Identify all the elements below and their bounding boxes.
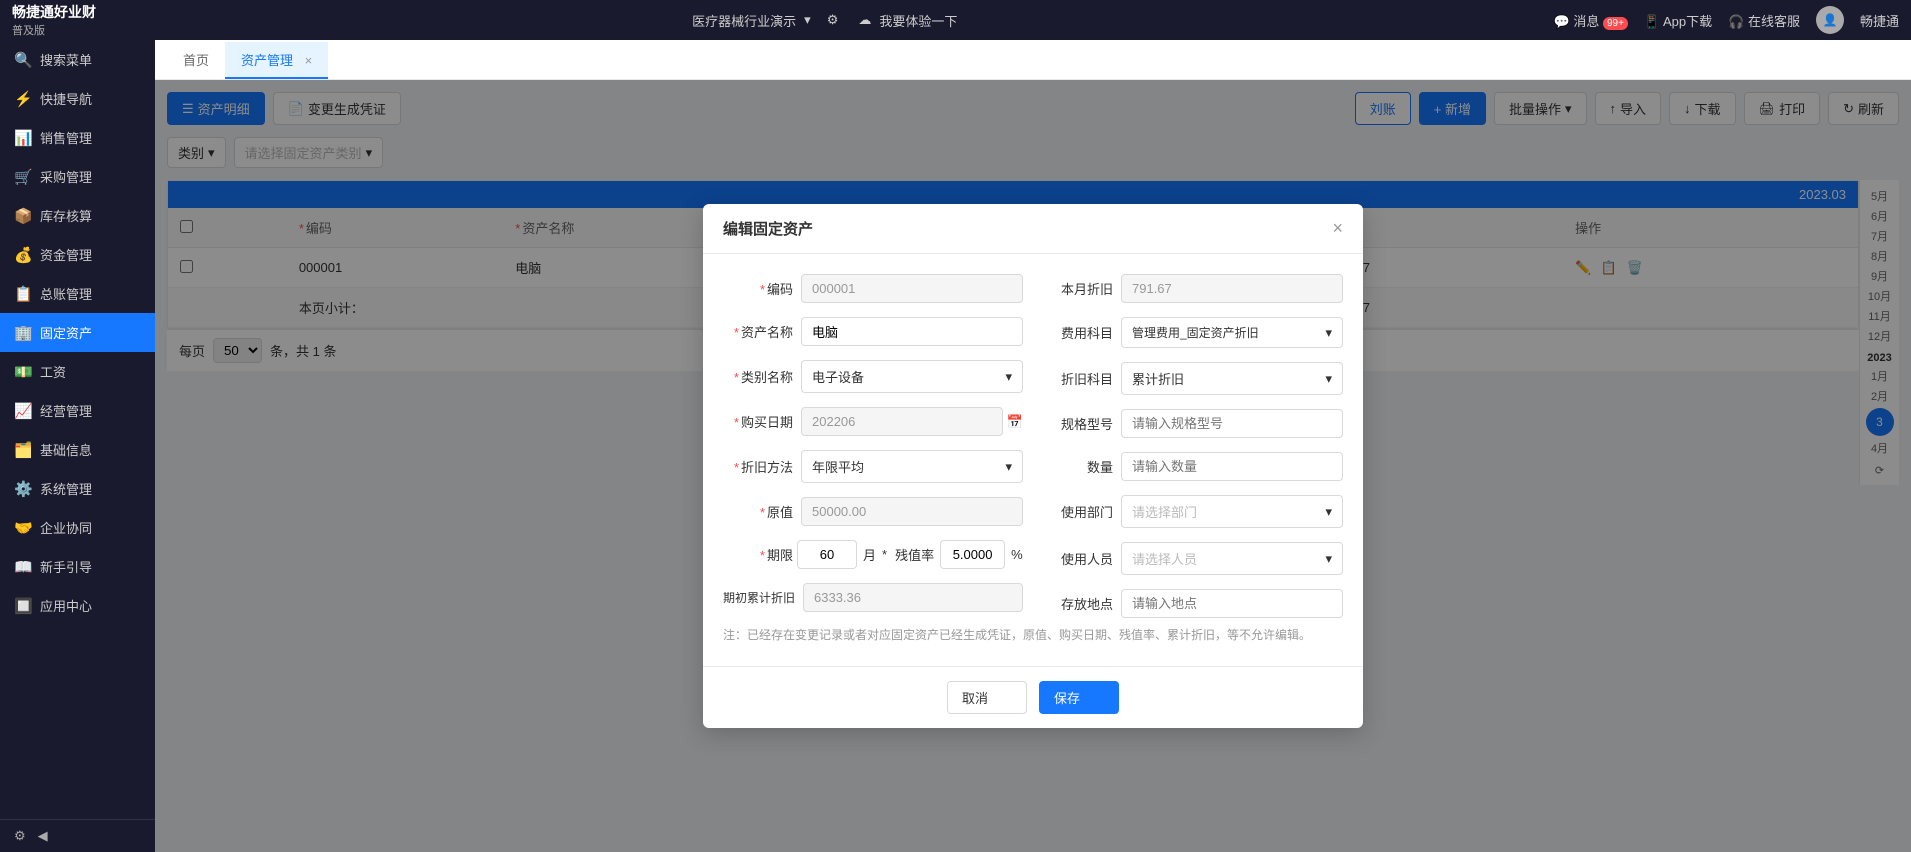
sidebar-item-guide[interactable]: 📖 新手引导 [0, 547, 155, 586]
message-btn[interactable]: 💬 消息 99+ [1554, 11, 1628, 30]
person-select[interactable]: 请选择人员 ▾ [1121, 542, 1343, 575]
sidebar-item-base[interactable]: 🗂️ 基础信息 [0, 430, 155, 469]
name-input[interactable] [801, 317, 1023, 346]
dep-subject-select[interactable]: 累计折旧 ▾ [1121, 362, 1343, 395]
modal-note: 注：已经存在变更记录或者对应固定资产已经生成凭证，原值、购买日期、残值率、累计折… [723, 626, 1343, 645]
username: 畅捷通 [1860, 11, 1899, 30]
quantity-input[interactable] [1121, 452, 1343, 481]
dep-method-select[interactable]: 年限平均 ▾ [801, 450, 1023, 483]
quantity-label: 数量 [1043, 457, 1113, 476]
purchase-date-label: 购买日期 [741, 415, 793, 430]
dep-method-label: 折旧方法 [741, 460, 793, 475]
expense-subject-select[interactable]: 管理费用_固定资产折旧 ▾ [1121, 317, 1343, 348]
calendar-icon[interactable]: 📅 [1007, 414, 1023, 430]
dep-subject-label: 折旧科目 [1043, 369, 1113, 388]
building-icon: 🏢 [14, 324, 32, 342]
tab-asset-mgmt[interactable]: 资产管理 × [225, 42, 328, 79]
sidebar-item-search[interactable]: 🔍 搜索菜单 [0, 40, 155, 79]
initial-dep-input[interactable] [803, 583, 1023, 612]
sidebar-item-coop[interactable]: 🤝 企业协同 [0, 508, 155, 547]
sidebar-item-inventory[interactable]: 📦 库存核算 [0, 196, 155, 235]
dept-label: 使用部门 [1043, 502, 1113, 521]
chevron-down-icon: ▾ [1325, 504, 1332, 520]
collapse-btn[interactable]: ◀ [38, 828, 48, 844]
residual-rate-input[interactable] [940, 540, 1005, 569]
monthly-dep-label: 本月折旧 [1043, 279, 1113, 298]
monthly-dep-input [1121, 274, 1343, 303]
spec-input[interactable] [1121, 409, 1343, 438]
chevron-down-icon: ▾ [1325, 551, 1332, 567]
app-logo: 畅捷通好业财 普及版 [12, 2, 96, 38]
ops-icon: 📈 [14, 402, 32, 420]
sidebar-item-assets[interactable]: 🏢 固定资产 [0, 313, 155, 352]
sidebar-item-apps[interactable]: 🔲 应用中心 [0, 586, 155, 625]
coop-icon: 🤝 [14, 519, 32, 537]
edit-asset-modal: 编辑固定资产 × *编码 [703, 204, 1363, 727]
expense-subject-label: 费用科目 [1043, 323, 1113, 342]
chart-icon: 📊 [14, 129, 32, 147]
period-input[interactable] [797, 540, 857, 569]
app-download-btn[interactable]: 📱 App下载 [1644, 11, 1712, 30]
search-icon: 🔍 [14, 51, 32, 69]
apps-icon: 🔲 [14, 597, 32, 615]
sidebar-item-sales[interactable]: 📊 销售管理 [0, 118, 155, 157]
period-label: 期限 [767, 548, 793, 563]
dept-select[interactable]: 请选择部门 ▾ [1121, 495, 1343, 528]
user-avatar: 👤 [1816, 6, 1844, 34]
save-btn[interactable]: 保存 [1039, 681, 1119, 714]
sidebar-item-purchase[interactable]: 🛒 采购管理 [0, 157, 155, 196]
system-icon: ⚙️ [14, 480, 32, 498]
spec-label: 规格型号 [1043, 414, 1113, 433]
code-input[interactable] [801, 274, 1023, 303]
sidebar-item-funds[interactable]: 💰 资金管理 [0, 235, 155, 274]
modal-overlay: 编辑固定资产 × *编码 [155, 80, 1911, 852]
box-icon: 📦 [14, 207, 32, 225]
initial-dep-label: 期初累计折旧 [723, 589, 795, 606]
cancel-btn[interactable]: 取消 [947, 681, 1027, 714]
modal-close-btn[interactable]: × [1332, 218, 1343, 239]
tab-home[interactable]: 首页 [167, 42, 225, 79]
sidebar-item-ledger[interactable]: 📋 总账管理 [0, 274, 155, 313]
sidebar-item-quicknav[interactable]: ⚡ 快捷导航 [0, 79, 155, 118]
person-label: 使用人员 [1043, 549, 1113, 568]
original-value-label: 原值 [767, 505, 793, 520]
money-icon: 💰 [14, 246, 32, 264]
purchase-date-input[interactable] [801, 407, 1003, 436]
chevron-down-icon: ▾ [1005, 369, 1012, 385]
chevron-down-icon: ▾ [1005, 459, 1012, 475]
residual-rate-label: 残值率 [895, 545, 934, 564]
settings-btn[interactable]: ⚙ [14, 828, 26, 844]
location-input[interactable] [1121, 589, 1343, 618]
location-label: 存放地点 [1043, 594, 1113, 613]
residual-rate-unit: % [1011, 547, 1023, 562]
salary-icon: 💵 [14, 363, 32, 381]
category-label: 类别名称 [741, 370, 793, 385]
sidebar-item-ops[interactable]: 📈 经营管理 [0, 391, 155, 430]
tab-close-icon[interactable]: × [305, 53, 313, 68]
chevron-down-icon: ▾ [1325, 371, 1332, 387]
industry-selector[interactable]: 医疗器械行业演示 ▾ ⚙ ☁ 我要体验一下 [692, 11, 957, 30]
ledger-icon: 📋 [14, 285, 32, 303]
sidebar-item-system[interactable]: ⚙️ 系统管理 [0, 469, 155, 508]
cart-icon: 🛒 [14, 168, 32, 186]
modal-title: 编辑固定资产 [723, 218, 813, 239]
lightning-icon: ⚡ [14, 90, 32, 108]
category-select[interactable]: 电子设备 ▾ [801, 360, 1023, 393]
guide-icon: 📖 [14, 558, 32, 576]
name-label: 资产名称 [741, 325, 793, 340]
chevron-down-icon: ▾ [1325, 325, 1332, 341]
period-unit: 月 [863, 545, 876, 564]
base-icon: 🗂️ [14, 441, 32, 459]
sidebar-item-salary[interactable]: 💵 工资 [0, 352, 155, 391]
original-value-input[interactable] [801, 497, 1023, 526]
code-label: 编码 [767, 282, 793, 297]
online-service-btn[interactable]: 🎧 在线客服 [1728, 11, 1800, 30]
